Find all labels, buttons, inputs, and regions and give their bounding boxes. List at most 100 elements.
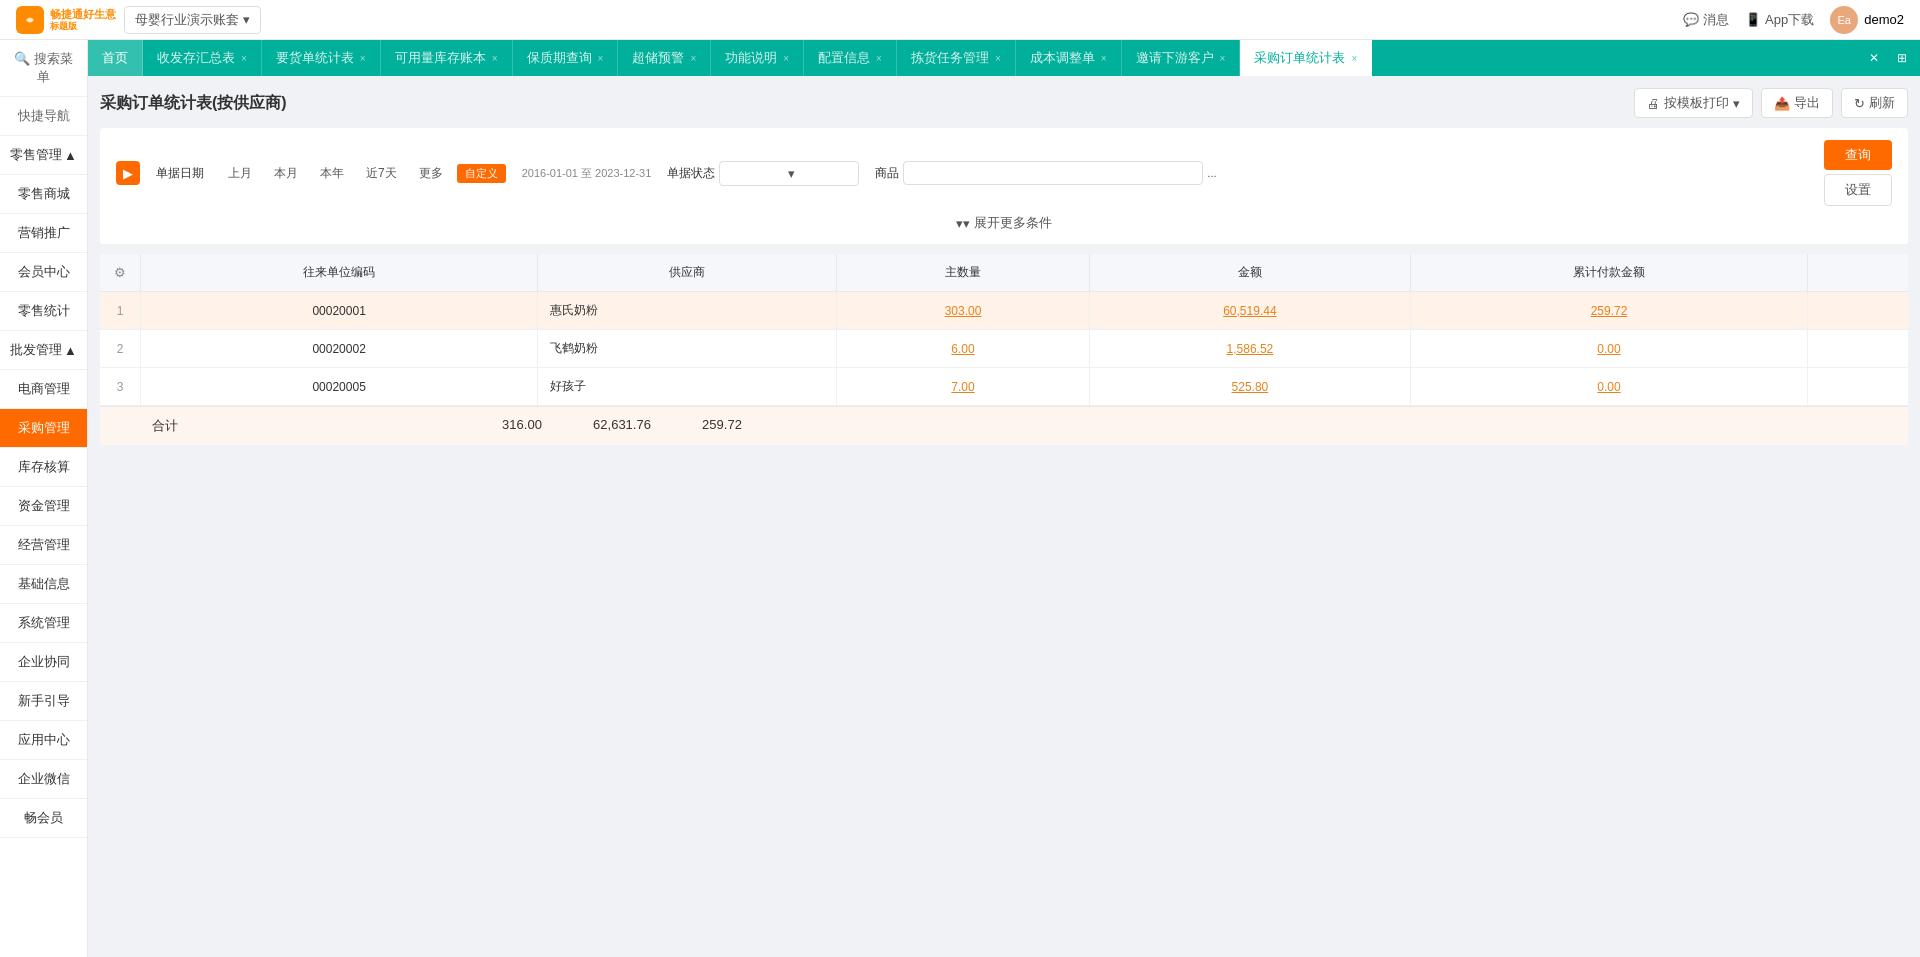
- tab-config-info-close[interactable]: ×: [876, 53, 882, 64]
- date-btn-this-month[interactable]: 本月: [266, 163, 306, 184]
- tab-cost-adjust-close[interactable]: ×: [1101, 53, 1107, 64]
- tab-purchase-stats-close[interactable]: ×: [360, 53, 366, 64]
- top-bar-right: 💬 消息 📱 App下载 Ea demo2: [1683, 6, 1904, 34]
- tab-receive-send-close[interactable]: ×: [241, 53, 247, 64]
- td-amount[interactable]: 525.80: [1089, 368, 1410, 406]
- sidebar-item-sys-mgmt[interactable]: 系统管理: [0, 604, 87, 643]
- app-download-btn[interactable]: 📱 App下载: [1745, 11, 1814, 29]
- status-select-box[interactable]: ▾: [719, 161, 859, 186]
- sidebar-item-retail-stats[interactable]: 零售统计: [0, 292, 87, 331]
- tab-validity-query-close[interactable]: ×: [598, 53, 604, 64]
- th-paid: 累计付款金额: [1410, 254, 1807, 292]
- sidebar-item-vip[interactable]: 畅会员: [0, 799, 87, 838]
- sidebar-item-enterprise[interactable]: 企业协同: [0, 643, 87, 682]
- sidebar-item-app-center[interactable]: 应用中心: [0, 721, 87, 760]
- tab-overstock-alert-close[interactable]: ×: [690, 53, 696, 64]
- gear-icon[interactable]: ⚙: [112, 265, 128, 281]
- td-paid[interactable]: 0.00: [1410, 368, 1807, 406]
- btn-export-label: 导出: [1794, 94, 1820, 112]
- td-qty[interactable]: 7.00: [837, 368, 1090, 406]
- tab-purchase-stats[interactable]: 要货单统计表 ×: [262, 40, 381, 76]
- user-profile[interactable]: Ea demo2: [1830, 6, 1904, 34]
- btn-refresh[interactable]: ↻ 刷新: [1841, 88, 1908, 118]
- nav-expand-btn[interactable]: ⊞: [1892, 48, 1912, 68]
- td-qty[interactable]: 6.00: [837, 330, 1090, 368]
- sidebar-item-operations[interactable]: 经营管理: [0, 526, 87, 565]
- btn-template-print[interactable]: 🖨 按模板打印 ▾: [1634, 88, 1753, 118]
- btn-query[interactable]: 查询: [1824, 140, 1892, 170]
- sidebar-item-marketing[interactable]: 营销推广: [0, 214, 87, 253]
- btn-export[interactable]: 📤 导出: [1761, 88, 1833, 118]
- sys-mgmt-label: 系统管理: [18, 614, 70, 632]
- tab-home[interactable]: 首页: [88, 40, 143, 76]
- td-supplier: 惠氏奶粉: [538, 292, 837, 330]
- tab-invite-downstream[interactable]: 邀请下游客户 ×: [1122, 40, 1241, 76]
- tab-validity-query[interactable]: 保质期查询 ×: [513, 40, 619, 76]
- sidebar-item-purchase-mgmt[interactable]: 采购管理: [0, 409, 87, 448]
- table-header-row: ⚙ 往来单位编码 供应商 主数量 金额 累计付款金额: [100, 254, 1908, 292]
- filter-toggle-btn[interactable]: ▶: [116, 161, 140, 185]
- page-header: 采购订单统计表(按供应商) 🖨 按模板打印 ▾ 📤 导出 ↻ 刷新: [100, 88, 1908, 118]
- btn-settings[interactable]: 设置: [1824, 174, 1892, 206]
- tab-pick-task-close[interactable]: ×: [995, 53, 1001, 64]
- td-paid[interactable]: 259.72: [1410, 292, 1807, 330]
- tab-receive-send[interactable]: 收发存汇总表 ×: [143, 40, 262, 76]
- sidebar-item-wholesale-mgmt[interactable]: 批发管理 ▲: [0, 331, 87, 370]
- tab-pick-task-label: 拣货任务管理: [911, 49, 989, 67]
- workspace-dropdown-icon: ▾: [243, 12, 250, 27]
- date-btn-7days[interactable]: 近7天: [358, 163, 405, 184]
- sidebar-item-retail-mall[interactable]: 零售商城: [0, 175, 87, 214]
- message-btn[interactable]: 💬 消息: [1683, 11, 1729, 29]
- sidebar-item-member-center[interactable]: 会员中心: [0, 253, 87, 292]
- tab-func-desc[interactable]: 功能说明 ×: [711, 40, 804, 76]
- td-qty[interactable]: 303.00: [837, 292, 1090, 330]
- sidebar-item-basic-info[interactable]: 基础信息: [0, 565, 87, 604]
- table-footer: 合计 316.00 62,631.76 259.72: [100, 406, 1908, 445]
- top-bar-left: 畅捷通好生意 标题版 母婴行业演示账套 ▾: [16, 6, 261, 34]
- td-paid[interactable]: 0.00: [1410, 330, 1807, 368]
- avatar: Ea: [1830, 6, 1858, 34]
- table-container: ⚙ 往来单位编码 供应商 主数量 金额 累计付款金额 1 00020001: [100, 254, 1908, 445]
- sidebar-item-ecommerce[interactable]: 电商管理: [0, 370, 87, 409]
- td-amount[interactable]: 60,519.44: [1089, 292, 1410, 330]
- layout: 🔍 搜索菜单 快捷导航 零售管理 ▲ 零售商城 营销推广 会员中心 零售统计 批…: [0, 40, 1920, 957]
- sidebar-item-enterprise-wechat[interactable]: 企业微信: [0, 760, 87, 799]
- sidebar-item-retail-mgmt[interactable]: 零售管理 ▲: [0, 136, 87, 175]
- sidebar-item-inventory[interactable]: 库存核算: [0, 448, 87, 487]
- sidebar-quick-nav[interactable]: 快捷导航: [0, 97, 87, 136]
- tab-cost-adjust[interactable]: 成本调整单 ×: [1016, 40, 1122, 76]
- table-row[interactable]: 1 00020001 惠氏奶粉 303.00 60,519.44 259.72: [100, 292, 1908, 330]
- date-btn-more[interactable]: 更多: [411, 163, 451, 184]
- status-filter: 单据状态 ▾: [667, 161, 859, 186]
- tab-func-desc-close[interactable]: ×: [783, 53, 789, 64]
- table-row[interactable]: 2 00020002 飞鹤奶粉 6.00 1,586.52 0.00: [100, 330, 1908, 368]
- td-amount[interactable]: 1,586.52: [1089, 330, 1410, 368]
- tab-purchase-order-stats-close[interactable]: ×: [1351, 53, 1357, 64]
- tab-purchase-order-stats[interactable]: 采购订单统计表 ×: [1240, 40, 1372, 76]
- workspace-selector[interactable]: 母婴行业演示账套 ▾: [124, 6, 261, 34]
- tab-config-info[interactable]: 配置信息 ×: [804, 40, 897, 76]
- footer-paid: 259.72: [672, 417, 772, 435]
- tab-pick-task[interactable]: 拣货任务管理 ×: [897, 40, 1016, 76]
- goods-filter-input[interactable]: [903, 161, 1203, 185]
- finance-label: 资金管理: [18, 497, 70, 515]
- expand-more-btn[interactable]: ▾▾ 展开更多条件: [116, 214, 1892, 232]
- date-custom-badge[interactable]: 自定义: [457, 164, 506, 183]
- goods-more-btn[interactable]: ...: [1207, 167, 1216, 179]
- workspace-name: 母婴行业演示账套: [135, 11, 239, 29]
- tab-available-stock[interactable]: 可用量库存账本 ×: [381, 40, 513, 76]
- sidebar-search[interactable]: 🔍 搜索菜单: [0, 40, 87, 97]
- sidebar-item-finance[interactable]: 资金管理: [0, 487, 87, 526]
- tab-available-stock-close[interactable]: ×: [492, 53, 498, 64]
- date-btn-this-year[interactable]: 本年: [312, 163, 352, 184]
- tab-overstock-alert[interactable]: 超储预警 ×: [618, 40, 711, 76]
- sidebar-item-new-guide[interactable]: 新手引导: [0, 682, 87, 721]
- vip-label: 畅会员: [24, 809, 63, 827]
- tab-invite-downstream-close[interactable]: ×: [1220, 53, 1226, 64]
- nav-close-btn[interactable]: ✕: [1864, 48, 1884, 68]
- date-btn-last-month[interactable]: 上月: [220, 163, 260, 184]
- data-table: ⚙ 往来单位编码 供应商 主数量 金额 累计付款金额 1 00020001: [100, 254, 1908, 406]
- operations-label: 经营管理: [18, 536, 70, 554]
- search-icon: 🔍: [14, 51, 30, 66]
- table-row[interactable]: 3 00020005 好孩子 7.00 525.80 0.00: [100, 368, 1908, 406]
